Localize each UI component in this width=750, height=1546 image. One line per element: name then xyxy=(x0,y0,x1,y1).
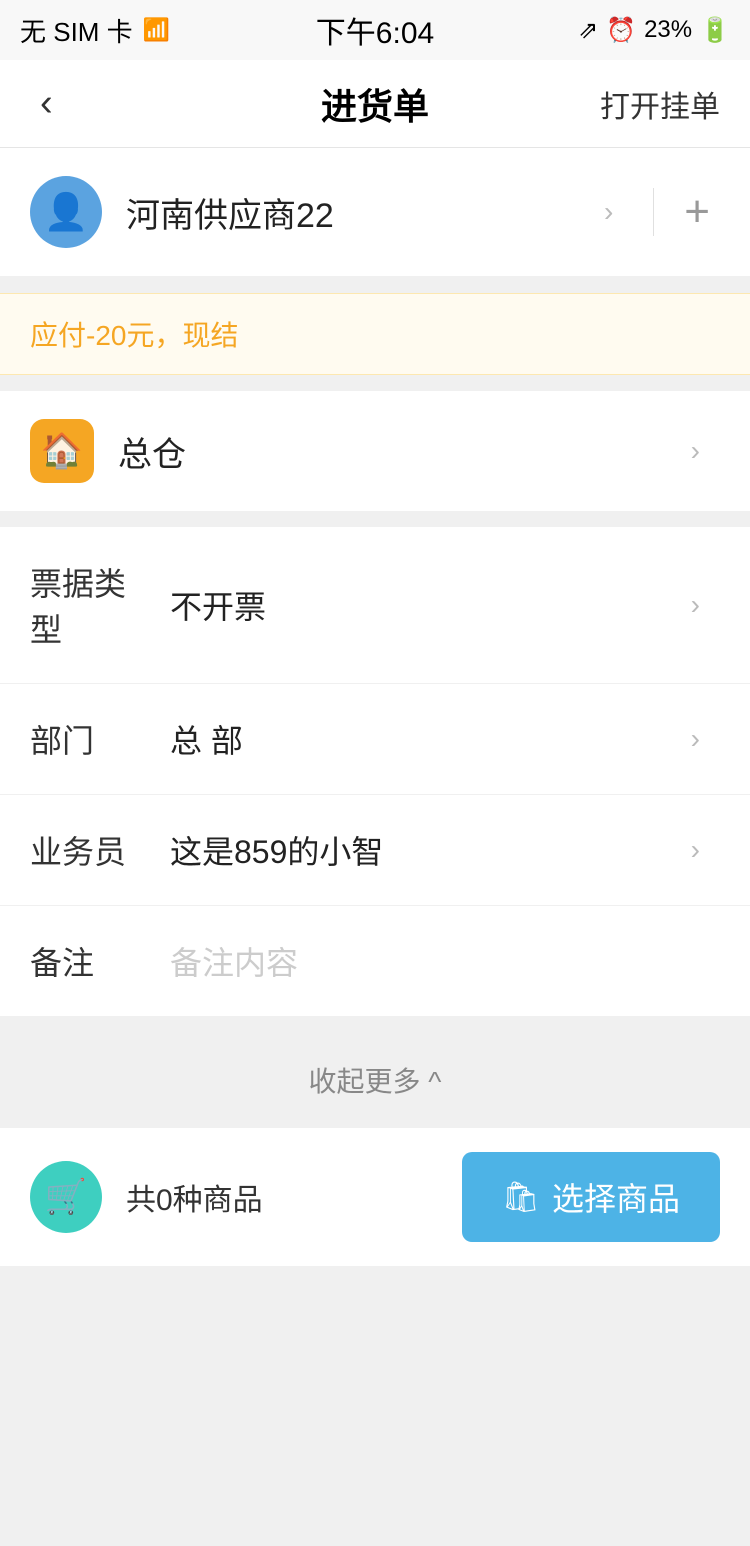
form-section: 票据类型 不开票 › 部门 总 部 › 业务员 这是859的小智 › 备注 备注… xyxy=(0,527,750,1016)
avatar-icon: 👤 xyxy=(44,191,89,233)
remark-label: 备注 xyxy=(30,938,150,984)
alarm-icon: ⏰ xyxy=(606,16,636,45)
divider xyxy=(653,188,654,236)
location-icon: ⇗ xyxy=(578,16,598,45)
bottom-bar: 🛒 共0种商品 🛍 选择商品 xyxy=(0,1128,750,1266)
supplier-name: 河南供应商22 xyxy=(126,188,604,237)
remark-placeholder[interactable]: 备注内容 xyxy=(170,938,720,984)
select-product-button[interactable]: 🛍 选择商品 xyxy=(462,1152,720,1242)
status-left: 无 SIM 卡 📶 xyxy=(20,12,170,49)
avatar: 👤 xyxy=(30,176,102,248)
battery-label: 23% xyxy=(644,16,692,44)
salesman-value: 这是859的小智 xyxy=(170,827,691,873)
page-title: 进货单 xyxy=(321,78,429,130)
cart-icon: 🛒 xyxy=(45,1177,87,1217)
invoice-label: 票据类型 xyxy=(30,559,150,651)
cart-icon-wrap: 🛒 xyxy=(30,1161,102,1233)
salesman-row[interactable]: 业务员 这是859的小智 › xyxy=(0,795,750,906)
add-button[interactable]: + xyxy=(674,187,720,237)
battery-icon: 🔋 xyxy=(700,16,730,45)
notice-bar: 应付-20元，现结 xyxy=(0,293,750,375)
wifi-icon: 📶 xyxy=(143,17,170,43)
status-right: ⇗ ⏰ 23% 🔋 xyxy=(578,16,730,45)
collapse-bar[interactable]: 收起更多 ^ xyxy=(0,1032,750,1128)
open-pending-button[interactable]: 打开挂单 xyxy=(600,82,720,126)
salesman-label: 业务员 xyxy=(30,827,150,873)
chevron-right-icon: › xyxy=(691,435,700,467)
department-value: 总 部 xyxy=(170,716,691,762)
chevron-right-icon: › xyxy=(691,834,700,866)
main-content: 👤 河南供应商22 › + 应付-20元，现结 🏠 总仓 › 票据类型 不开票 … xyxy=(0,148,750,1546)
warehouse-icon-wrap: 🏠 xyxy=(30,419,94,483)
chevron-right-icon: › xyxy=(691,589,700,621)
supplier-card: 👤 河南供应商22 › + xyxy=(0,148,750,277)
status-time: 下午6:04 xyxy=(316,8,434,52)
select-product-label: 选择商品 xyxy=(552,1174,680,1220)
collapse-label: 收起更多 ^ xyxy=(309,1066,442,1097)
remark-row[interactable]: 备注 备注内容 xyxy=(0,906,750,1016)
department-row[interactable]: 部门 总 部 › xyxy=(0,684,750,795)
product-count: 共0种商品 xyxy=(126,1175,462,1219)
invoice-value: 不开票 xyxy=(170,582,691,628)
select-product-icon: 🛍 xyxy=(502,1180,540,1215)
status-bar: 无 SIM 卡 📶 下午6:04 ⇗ ⏰ 23% 🔋 xyxy=(0,0,750,60)
nav-bar: ‹ 进货单 打开挂单 xyxy=(0,60,750,148)
back-button[interactable]: ‹ xyxy=(30,72,63,135)
invoice-row[interactable]: 票据类型 不开票 › xyxy=(0,527,750,684)
notice-text: 应付-20元，现结 xyxy=(30,320,238,351)
warehouse-row[interactable]: 🏠 总仓 › xyxy=(0,391,750,511)
supplier-row[interactable]: 👤 河南供应商22 › + xyxy=(0,148,750,277)
gray-fill xyxy=(0,1266,750,1546)
department-label: 部门 xyxy=(30,716,150,762)
chevron-right-icon: › xyxy=(604,196,613,228)
house-icon: 🏠 xyxy=(41,431,83,471)
carrier-label: 无 SIM 卡 xyxy=(20,12,133,49)
chevron-right-icon: › xyxy=(691,723,700,755)
warehouse-name: 总仓 xyxy=(118,427,691,476)
